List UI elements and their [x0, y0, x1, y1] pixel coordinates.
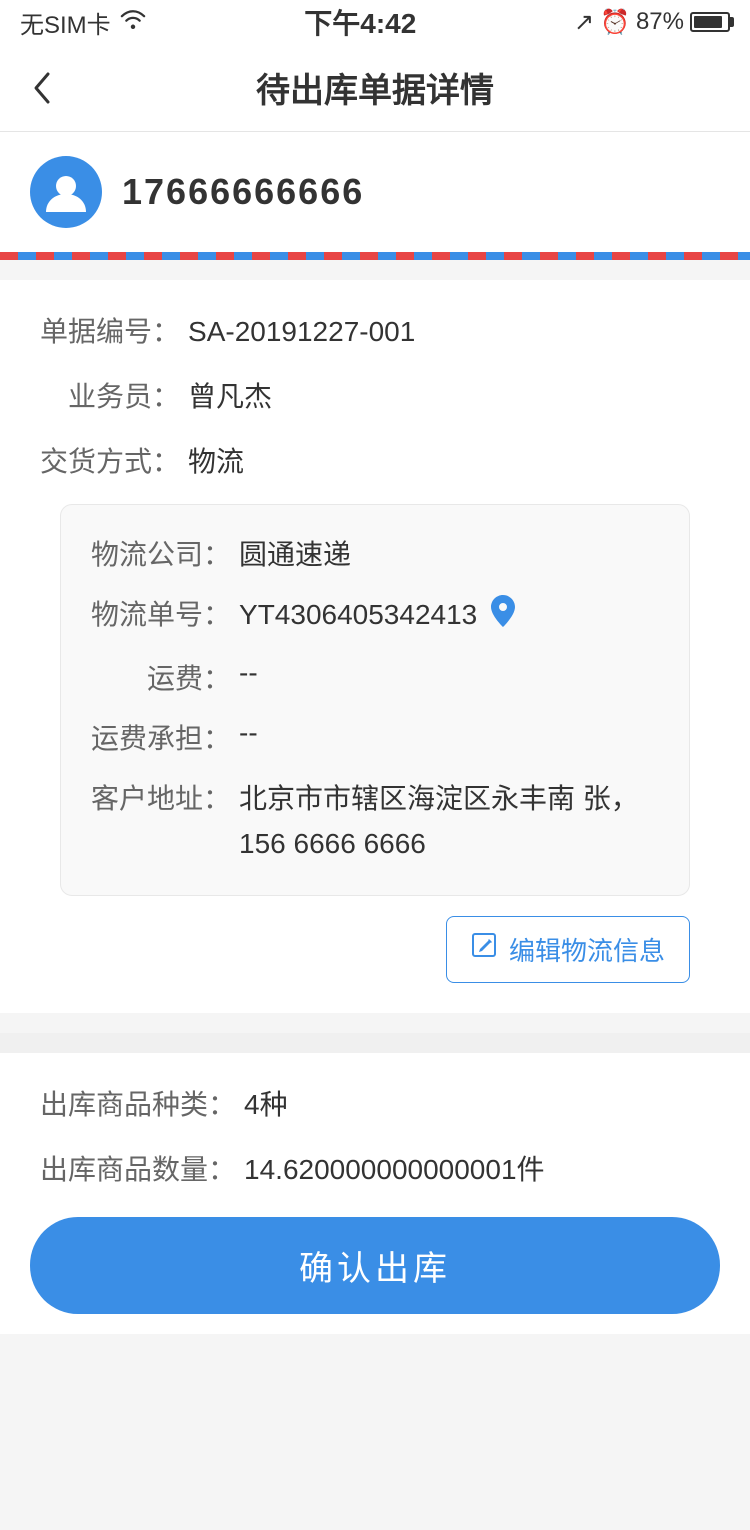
delivery-label: 交货方式： — [40, 440, 180, 485]
status-right: ↗ ⏰ 87% — [574, 8, 730, 37]
goods-type-row: 出库商品种类： 4种 — [40, 1083, 710, 1128]
status-time: 下午4:42 — [304, 2, 416, 42]
logistics-tracking-row: 物流单号： YT4306405342413 — [91, 593, 659, 637]
status-bar: 无SIM卡 下午4:42 ↗ ⏰ 87% — [0, 0, 750, 44]
confirm-btn-wrap: 确认出库 — [0, 1197, 750, 1334]
logistics-section: 物流公司： 圆通速递 物流单号： YT4306405342413 运费： -- — [60, 504, 690, 896]
goods-type-label: 出库商品种类： — [40, 1083, 236, 1128]
agent-value: 曾凡杰 — [188, 375, 272, 420]
dashed-divider — [0, 252, 750, 260]
freight-row: 运费： -- — [91, 657, 659, 697]
logistics-tracking-value: YT4306405342413 — [239, 593, 519, 637]
freight-bear-row: 运费承担： -- — [91, 717, 659, 757]
freight-label: 运费： — [91, 657, 231, 697]
order-no-row: 单据编号： SA-20191227-001 — [40, 310, 710, 355]
logistics-company-row: 物流公司： 圆通速递 — [91, 533, 659, 573]
location-icon[interactable] — [487, 593, 519, 637]
logistics-tracking-label: 物流单号： — [91, 593, 231, 633]
edit-logistics-wrap: 编辑物流信息 — [40, 896, 710, 983]
address-value: 北京市市辖区海淀区永丰南 张，156 6666 6666 — [239, 777, 659, 867]
section-divider — [0, 1033, 750, 1053]
delivery-value: 物流 — [188, 440, 244, 485]
freight-bear-value: -- — [239, 717, 258, 749]
wifi-icon — [119, 9, 147, 35]
logistics-company-value: 圆通速递 — [239, 533, 351, 573]
edit-logistics-button[interactable]: 编辑物流信息 — [446, 916, 690, 983]
order-no-value: SA-20191227-001 — [188, 310, 415, 355]
address-label: 客户地址： — [91, 777, 231, 817]
confirm-button[interactable]: 确认出库 — [30, 1217, 720, 1314]
gps-icon: ↗ — [574, 8, 594, 37]
status-left: 无SIM卡 — [20, 5, 147, 40]
edit-icon — [471, 932, 499, 967]
order-no-label: 单据编号： — [40, 310, 180, 355]
freight-bear-label: 运费承担： — [91, 717, 231, 757]
goods-quantity-value: 14.620000000000001件 — [244, 1148, 545, 1193]
user-header: 17666666666 — [0, 132, 750, 252]
user-phone: 17666666666 — [122, 171, 364, 213]
freight-value: -- — [239, 657, 258, 689]
agent-row: 业务员： 曾凡杰 — [40, 375, 710, 420]
nav-bar: 待出库单据详情 — [0, 44, 750, 132]
agent-label: 业务员： — [40, 375, 180, 420]
edit-logistics-label: 编辑物流信息 — [509, 931, 665, 968]
avatar — [30, 156, 102, 228]
address-row: 客户地址： 北京市市辖区海淀区永丰南 张，156 6666 6666 — [91, 777, 659, 867]
goods-quantity-label: 出库商品数量： — [40, 1148, 236, 1193]
goods-type-value: 4种 — [244, 1083, 288, 1128]
carrier-label: 无SIM卡 — [20, 5, 111, 40]
back-button[interactable] — [28, 66, 56, 110]
basic-info-section: 单据编号： SA-20191227-001 业务员： 曾凡杰 交货方式： 物流 … — [0, 280, 750, 1013]
goods-quantity-row: 出库商品数量： 14.620000000000001件 — [40, 1148, 710, 1193]
spacer — [0, 1330, 750, 1530]
battery-icon — [690, 12, 730, 32]
battery-percent: 87% — [636, 8, 684, 36]
logistics-company-label: 物流公司： — [91, 533, 231, 573]
delivery-row: 交货方式： 物流 — [40, 440, 710, 485]
page-title: 待出库单据详情 — [256, 63, 494, 112]
alarm-icon: ⏰ — [600, 8, 630, 37]
